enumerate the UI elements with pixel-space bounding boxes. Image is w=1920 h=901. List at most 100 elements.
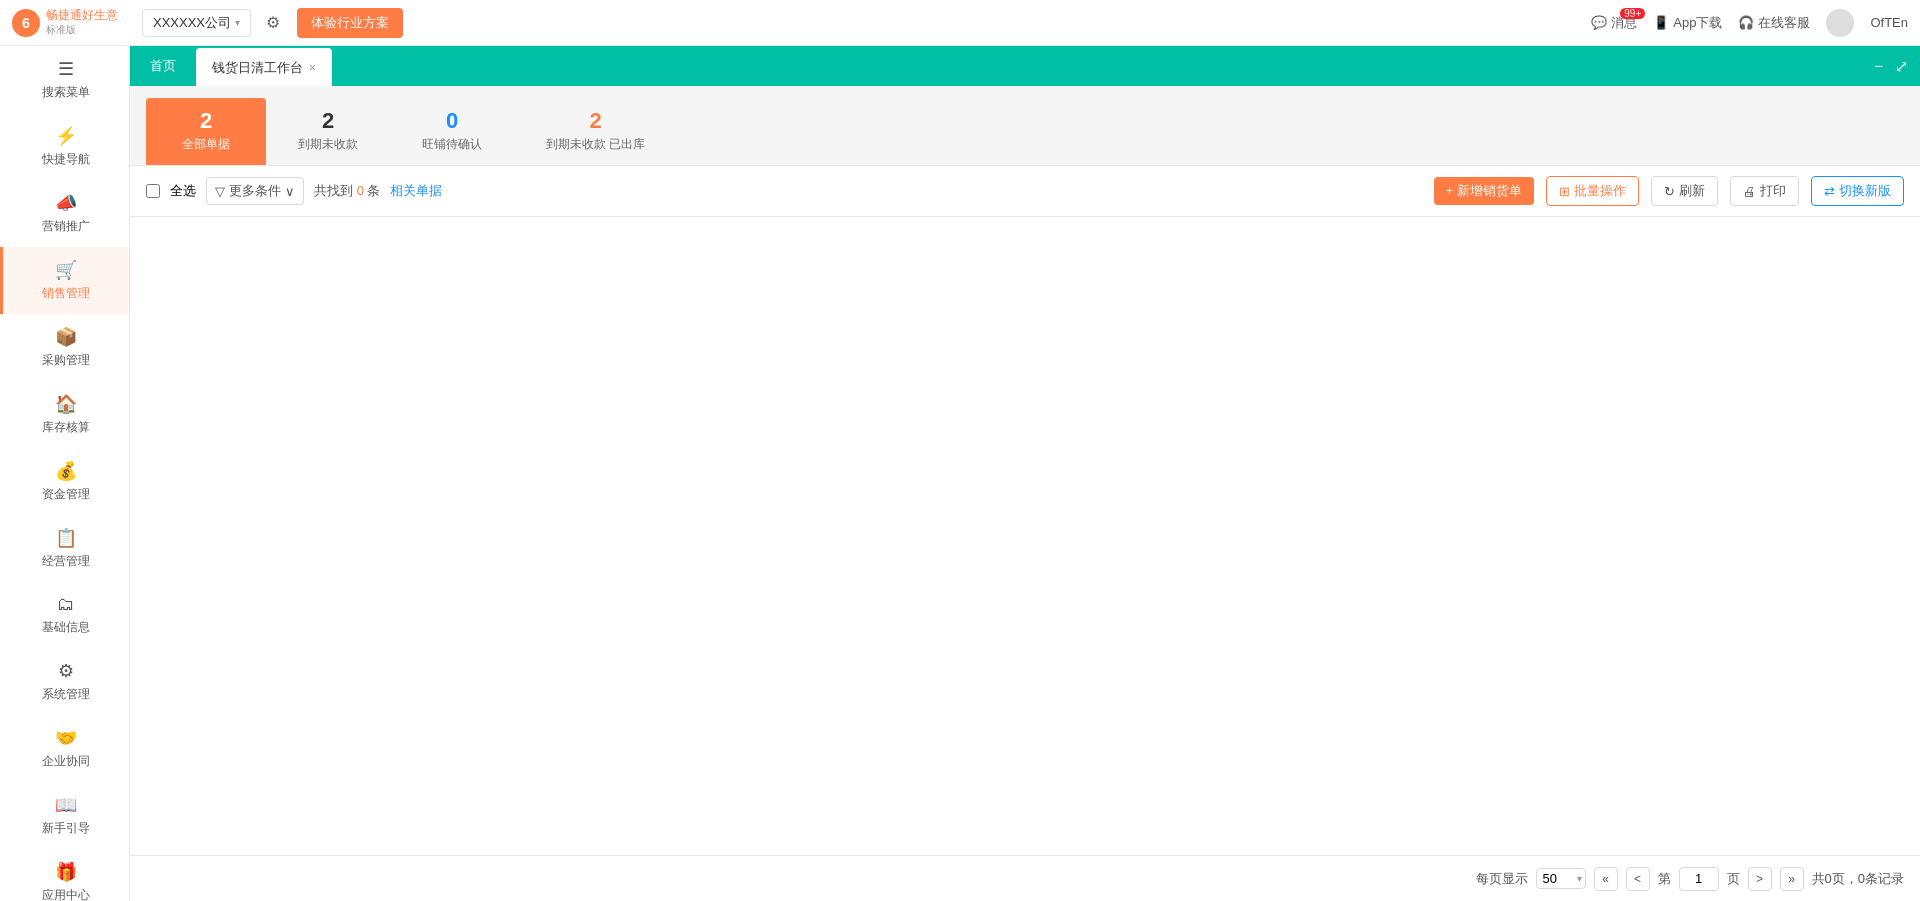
stat-label-shipped: 到期未收款 已出库 xyxy=(546,136,645,153)
add-sales-button[interactable]: + 新增销货单 xyxy=(1434,177,1534,205)
sidebar-item-operations[interactable]: 📋 经营管理 xyxy=(0,515,129,582)
batch-icon: ⊞ xyxy=(1559,184,1570,199)
online-service-button[interactable]: 🎧 在线客服 xyxy=(1738,14,1810,32)
select-all-checkbox[interactable] xyxy=(146,184,160,198)
logo-icon: 6 xyxy=(12,9,40,37)
refresh-button[interactable]: ↻ 刷新 xyxy=(1651,176,1718,206)
logo-badge: 标准版 xyxy=(46,23,118,37)
marketing-icon: 📣 xyxy=(55,192,77,214)
count-number: 0 xyxy=(357,183,364,198)
stat-tab-pending[interactable]: 0 旺铺待确认 xyxy=(390,98,514,165)
toolbar: 全选 ▽ 更多条件 ∨ 共找到 0 条 相关单据 + 新增销货单 ⊞ 批量操作 xyxy=(130,166,1920,217)
page-prev-button[interactable]: < xyxy=(1626,867,1650,891)
toolbar-right: + 新增销货单 ⊞ 批量操作 ↻ 刷新 🖨 打印 ⇄ 切换新版 xyxy=(1434,176,1904,206)
sidebar-item-sales[interactable]: 🛒 销售管理 xyxy=(0,247,129,314)
message-icon: 💬 xyxy=(1591,15,1607,30)
sales-icon: 🛒 xyxy=(55,259,77,281)
sidebar-item-quicknav[interactable]: ⚡ 快捷导航 xyxy=(0,113,129,180)
filter-button[interactable]: ▽ 更多条件 ∨ xyxy=(206,177,304,205)
tab-home[interactable]: 首页 xyxy=(130,46,196,86)
stat-label-overdue: 到期未收款 xyxy=(298,136,358,153)
main-content: 首页 钱货日清工作台 × － ⤢ 2 全部单据 2 到期未收款 xyxy=(130,46,1920,901)
count-text: 共找到 0 条 xyxy=(314,182,380,200)
sidebar-item-guide[interactable]: 📖 新手引导 xyxy=(0,782,129,849)
sidebar: ☰ 搜索菜单 ⚡ 快捷导航 📣 营销推广 🛒 销售管理 📦 采购管理 🏠 库存核… xyxy=(0,46,130,901)
sidebar-item-finance[interactable]: 💰 资金管理 xyxy=(0,448,129,515)
sidebar-finance-label: 资金管理 xyxy=(42,486,90,503)
app-download-button[interactable]: 📱 App下载 xyxy=(1653,14,1722,32)
enterprise-icon: 🤝 xyxy=(55,727,77,749)
download-icon: 📱 xyxy=(1653,15,1669,30)
related-bill-link[interactable]: 相关单据 xyxy=(390,182,442,200)
company-name: XXXXXX公司 xyxy=(153,14,231,32)
page-size-select[interactable]: 50 100 200 xyxy=(1536,868,1586,889)
empty-state xyxy=(130,217,1920,855)
page-first-button[interactable]: « xyxy=(1594,867,1618,891)
guide-icon: 📖 xyxy=(55,794,77,816)
stat-num-overdue: 2 xyxy=(298,108,358,134)
page-last-button[interactable]: » xyxy=(1780,867,1804,891)
filter-arrow: ∨ xyxy=(285,184,295,199)
sidebar-basic-info-label: 基础信息 xyxy=(42,619,90,636)
sidebar-item-purchase[interactable]: 📦 采购管理 xyxy=(0,314,129,381)
stat-label-all: 全部单据 xyxy=(178,136,234,153)
stats-tabs: 2 全部单据 2 到期未收款 0 旺铺待确认 2 到期未收款 已出库 xyxy=(130,86,1920,165)
sidebar-enterprise-label: 企业协同 xyxy=(42,753,90,770)
print-icon: 🖨 xyxy=(1743,184,1756,199)
appcenter-icon: 🎁 xyxy=(55,861,77,883)
online-service-label: 在线客服 xyxy=(1758,14,1810,32)
sidebar-item-inventory[interactable]: 🏠 库存核算 xyxy=(0,381,129,448)
avatar[interactable] xyxy=(1826,9,1854,37)
app-download-label: App下载 xyxy=(1673,14,1722,32)
message-button[interactable]: 💬 消息 99+ xyxy=(1591,14,1637,32)
pagination-bar: 每页显示 50 100 200 ▾ « < 第 页 > » 共0页，0条记录 xyxy=(130,855,1920,901)
logo-text: 畅捷通好生意 xyxy=(46,8,118,24)
inventory-icon: 🏠 xyxy=(55,393,77,415)
stat-tab-all[interactable]: 2 全部单据 xyxy=(146,98,266,165)
stat-num-pending: 0 xyxy=(422,108,482,134)
page-size-wrapper: 50 100 200 ▾ xyxy=(1536,868,1586,889)
page-next-button[interactable]: > xyxy=(1748,867,1772,891)
main-layout: ☰ 搜索菜单 ⚡ 快捷导航 📣 营销推广 🛒 销售管理 📦 采购管理 🏠 库存核… xyxy=(0,46,1920,901)
toolbar-left: 全选 ▽ 更多条件 ∨ 共找到 0 条 相关单据 xyxy=(146,177,1422,205)
header-right: 💬 消息 99+ 📱 App下载 🎧 在线客服 OfTEn xyxy=(1591,9,1908,37)
switch-icon: ⇄ xyxy=(1824,184,1835,199)
sidebar-item-search[interactable]: ☰ 搜索菜单 xyxy=(0,46,129,113)
print-button[interactable]: 🖨 打印 xyxy=(1730,176,1799,206)
tab-minimize-button[interactable]: － xyxy=(1871,56,1887,77)
message-badge: 99+ xyxy=(1620,8,1645,19)
tab-close-button[interactable]: × xyxy=(309,61,316,75)
filter-icon: ▽ xyxy=(215,184,225,199)
company-selector[interactable]: XXXXXX公司 ▾ xyxy=(142,9,251,37)
quicknav-icon: ⚡ xyxy=(55,125,77,147)
sidebar-item-marketing[interactable]: 📣 营销推广 xyxy=(0,180,129,247)
sidebar-item-system[interactable]: ⚙ 系统管理 xyxy=(0,648,129,715)
page-label: 第 xyxy=(1658,870,1671,888)
sidebar-item-appcenter[interactable]: 🎁 应用中心 xyxy=(0,849,129,901)
table-area xyxy=(130,217,1920,855)
tab-workbench[interactable]: 钱货日清工作台 × xyxy=(196,48,332,88)
tab-home-label: 首页 xyxy=(150,57,176,75)
stat-tab-shipped[interactable]: 2 到期未收款 已出库 xyxy=(514,98,677,165)
purchase-icon: 📦 xyxy=(55,326,77,348)
tab-maximize-button[interactable]: ⤢ xyxy=(1895,56,1908,77)
trial-button[interactable]: 体验行业方案 xyxy=(297,8,403,38)
settings-button[interactable]: ⚙ xyxy=(259,9,287,37)
page-number-input[interactable] xyxy=(1679,867,1719,891)
username: OfTEn xyxy=(1870,15,1908,30)
operations-icon: 📋 xyxy=(55,527,77,549)
sidebar-item-enterprise[interactable]: 🤝 企业协同 xyxy=(0,715,129,782)
switch-version-button[interactable]: ⇄ 切换新版 xyxy=(1811,176,1904,206)
batch-operation-button[interactable]: ⊞ 批量操作 xyxy=(1546,176,1639,206)
tab-bar-actions: － ⤢ xyxy=(1871,56,1920,77)
basic-info-icon: 🗂 xyxy=(57,594,75,615)
sidebar-sales-label: 销售管理 xyxy=(42,285,90,302)
sidebar-item-basic-info[interactable]: 🗂 基础信息 xyxy=(0,582,129,648)
stat-tab-overdue[interactable]: 2 到期未收款 xyxy=(266,98,390,165)
stat-num-all: 2 xyxy=(178,108,234,134)
logo-area: 6 畅捷通好生意 标准版 xyxy=(12,8,142,38)
sidebar-operations-label: 经营管理 xyxy=(42,553,90,570)
sidebar-quicknav-label: 快捷导航 xyxy=(42,151,90,168)
sidebar-inventory-label: 库存核算 xyxy=(42,419,90,436)
total-label: 共0页，0条记录 xyxy=(1812,870,1904,888)
